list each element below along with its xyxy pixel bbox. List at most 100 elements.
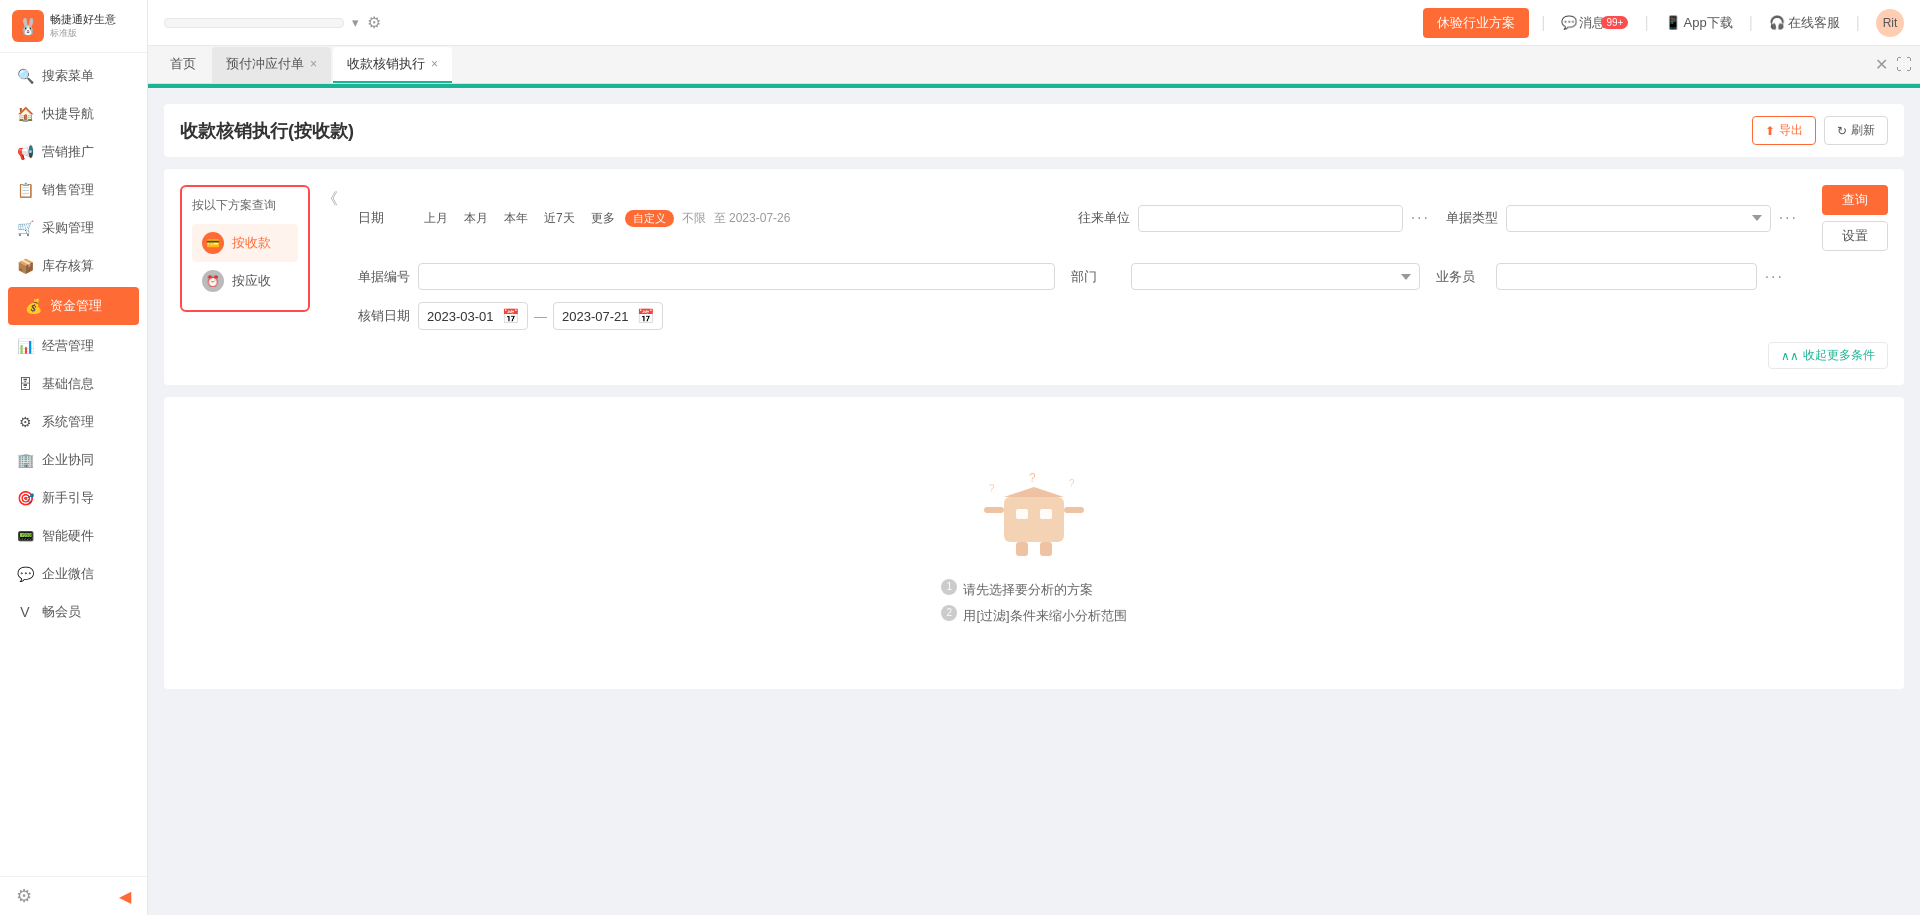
- filter-row-1: 日期 上月 本月 本年 近7天 更多 自定义 不限 至 2023-07-26: [358, 185, 1888, 251]
- app-download-btn[interactable]: 📱 App下载: [1665, 14, 1733, 32]
- calendar-end-icon: 📅: [637, 308, 654, 324]
- sidebar-item-shortcut[interactable]: 🏠 快捷导航: [0, 95, 147, 133]
- employee-ellipsis-btn[interactable]: ···: [1765, 268, 1784, 286]
- sidebar-item-enterprise[interactable]: 🏢 企业协同: [0, 441, 147, 479]
- docno-input[interactable]: [418, 263, 1055, 290]
- svg-text:?: ?: [1069, 478, 1075, 489]
- refresh-btn[interactable]: ↻ 刷新: [1824, 116, 1888, 145]
- header-actions: ⬆ 导出 ↻ 刷新: [1752, 116, 1888, 145]
- sidebar-item-guide[interactable]: 🎯 新手引导: [0, 479, 147, 517]
- home-icon: 🏠: [16, 106, 34, 122]
- sidebar-item-inventory[interactable]: 📦 库存核算: [0, 247, 147, 285]
- sidebar-item-label: 快捷导航: [42, 105, 94, 123]
- date-btn-this-year[interactable]: 本年: [498, 208, 534, 229]
- export-btn[interactable]: ⬆ 导出: [1752, 116, 1816, 145]
- setting-btn[interactable]: 设置: [1822, 221, 1888, 251]
- filter-options-panel: 按以下方案查询 💳 按收款 ⏰ 按应收: [180, 185, 310, 312]
- user-area[interactable]: Rit: [1876, 9, 1904, 37]
- sidebar-item-sales[interactable]: 📋 销售管理: [0, 171, 147, 209]
- partner-input[interactable]: [1138, 205, 1403, 232]
- sidebar-nav: 🔍 搜索菜单 🏠 快捷导航 📢 营销推广 📋 销售管理 🛒 采购管理 📦 库存核…: [0, 53, 147, 876]
- date-btn-more[interactable]: 更多: [585, 208, 621, 229]
- sidebar-item-label: 畅会员: [42, 603, 81, 621]
- doctype-select[interactable]: [1506, 205, 1771, 232]
- inventory-icon: 📦: [16, 258, 34, 274]
- tab-home[interactable]: 首页: [156, 47, 210, 83]
- sidebar-item-label: 系统管理: [42, 413, 94, 431]
- dept-label: 部门: [1071, 268, 1123, 286]
- page-header: 收款核销执行(按收款) ⬆ 导出 ↻ 刷新: [164, 104, 1904, 157]
- page-title: 收款核销执行(按收款): [180, 119, 354, 143]
- topbar-settings-icon[interactable]: ⚙: [367, 13, 381, 32]
- empty-tip-2: 2 用[过滤]条件来缩小分析范围: [941, 603, 1126, 629]
- date-btn-last-month[interactable]: 上月: [418, 208, 454, 229]
- export-icon: ⬆: [1765, 124, 1775, 138]
- sidebar-item-finance[interactable]: 💰 资金管理: [8, 287, 139, 325]
- tab-close-all-icon[interactable]: ✕: [1875, 55, 1888, 74]
- filter-option-by-receivable[interactable]: ⏰ 按应收: [192, 262, 298, 300]
- logo-icon: 🐰: [12, 10, 44, 42]
- query-btns: 查询 设置: [1822, 185, 1888, 251]
- date-btn-this-month[interactable]: 本月: [458, 208, 494, 229]
- verify-date-start-input[interactable]: 2023-03-01 📅: [418, 302, 528, 330]
- sidebar-settings-icon[interactable]: ⚙: [16, 885, 32, 907]
- sidebar-item-basic[interactable]: 🗄 基础信息: [0, 365, 147, 403]
- employee-input[interactable]: [1496, 263, 1757, 290]
- collapse-more-btn[interactable]: ∧∧ 收起更多条件: [1768, 342, 1888, 369]
- date-btn-7days[interactable]: 近7天: [538, 208, 581, 229]
- marketing-icon: 📢: [16, 144, 34, 160]
- main-area: ▾ ⚙ 休验行业方案 | 💬 消息 99+ | 📱 App下载 | 🎧 在线客服…: [148, 0, 1920, 915]
- sidebar-collapse-icon[interactable]: ◀: [119, 887, 131, 906]
- query-btn[interactable]: 查询: [1822, 185, 1888, 215]
- member-icon: V: [16, 604, 34, 620]
- enterprise-icon: 🏢: [16, 452, 34, 468]
- tab-receipts[interactable]: 收款核销执行 ×: [333, 47, 452, 83]
- message-btn[interactable]: 💬 消息 99+: [1561, 14, 1628, 32]
- topbar-search: ▾ ⚙: [164, 13, 1411, 32]
- svg-rect-5: [1064, 507, 1084, 513]
- sidebar-item-system[interactable]: ⚙ 系统管理: [0, 403, 147, 441]
- tabbar: 首页 预付冲应付单 × 收款核销执行 × ✕ ⛶: [148, 46, 1920, 84]
- dept-select[interactable]: [1131, 263, 1420, 290]
- sidebar-item-label: 基础信息: [42, 375, 94, 393]
- filter-row-2: 单据编号 部门 业务员 ···: [358, 263, 1888, 290]
- sidebar-item-search[interactable]: 🔍 搜索菜单: [0, 57, 147, 95]
- svg-rect-7: [1040, 542, 1052, 556]
- filter-left-collapse-btn[interactable]: 《: [318, 185, 342, 214]
- user-avatar: Rit: [1876, 9, 1904, 37]
- sidebar-item-label: 经营管理: [42, 337, 94, 355]
- verify-date-end-input[interactable]: 2023-07-21 📅: [553, 302, 663, 330]
- sidebar-bottom: ⚙ ◀: [0, 876, 147, 915]
- online-service-btn[interactable]: 🎧 在线客服: [1769, 14, 1840, 32]
- sidebar-item-operations[interactable]: 📊 经营管理: [0, 327, 147, 365]
- topbar-dropdown-icon[interactable]: ▾: [352, 15, 359, 30]
- doctype-ellipsis-btn[interactable]: ···: [1779, 209, 1798, 227]
- avatar-text: Rit: [1883, 16, 1898, 30]
- svg-rect-2: [1040, 509, 1052, 519]
- partner-ellipsis-btn[interactable]: ···: [1411, 209, 1430, 227]
- sidebar-item-purchase[interactable]: 🛒 采购管理: [0, 209, 147, 247]
- receipt-option-icon: 💳: [202, 232, 224, 254]
- sidebar-item-hardware[interactable]: 📟 智能硬件: [0, 517, 147, 555]
- filter-row-3: 核销日期 2023-03-01 📅 — 2023-07-21 📅: [358, 302, 1888, 330]
- verify-date-start-value: 2023-03-01: [427, 309, 494, 324]
- sidebar-item-marketing[interactable]: 📢 营销推广: [0, 133, 147, 171]
- sidebar: 🐰 畅捷通好生意 标准版 🔍 搜索菜单 🏠 快捷导航 📢 营销推广 📋 销售管理…: [0, 0, 148, 915]
- filter-doctype-field: 单据类型 ···: [1446, 205, 1798, 232]
- date-btn-group: 上月 本月 本年 近7天 更多 自定义: [418, 208, 674, 229]
- date-label: 日期: [358, 209, 410, 227]
- sidebar-item-member[interactable]: V 畅会员: [0, 593, 147, 631]
- tab-receipts-close[interactable]: ×: [431, 57, 438, 71]
- tab-expand-icon[interactable]: ⛶: [1896, 56, 1912, 74]
- tabbar-right: ✕ ⛶: [1875, 55, 1912, 74]
- filter-option-by-receipt[interactable]: 💳 按收款: [192, 224, 298, 262]
- empty-state: ? ? ? 1 请先选择要分析的方案 2 用[过滤]条件来缩小分析范围: [164, 397, 1904, 689]
- tab-prepay-close[interactable]: ×: [310, 57, 317, 71]
- collapse-icon-up: ∧∧: [1781, 349, 1799, 363]
- solution-btn[interactable]: 休验行业方案: [1423, 8, 1529, 38]
- date-to-text: 至 2023-07-26: [714, 210, 791, 227]
- date-badge-custom[interactable]: 自定义: [625, 210, 674, 227]
- tab-prepay[interactable]: 预付冲应付单 ×: [212, 47, 331, 83]
- sidebar-item-wechat[interactable]: 💬 企业微信: [0, 555, 147, 593]
- tab-prepay-label: 预付冲应付单: [226, 55, 304, 73]
